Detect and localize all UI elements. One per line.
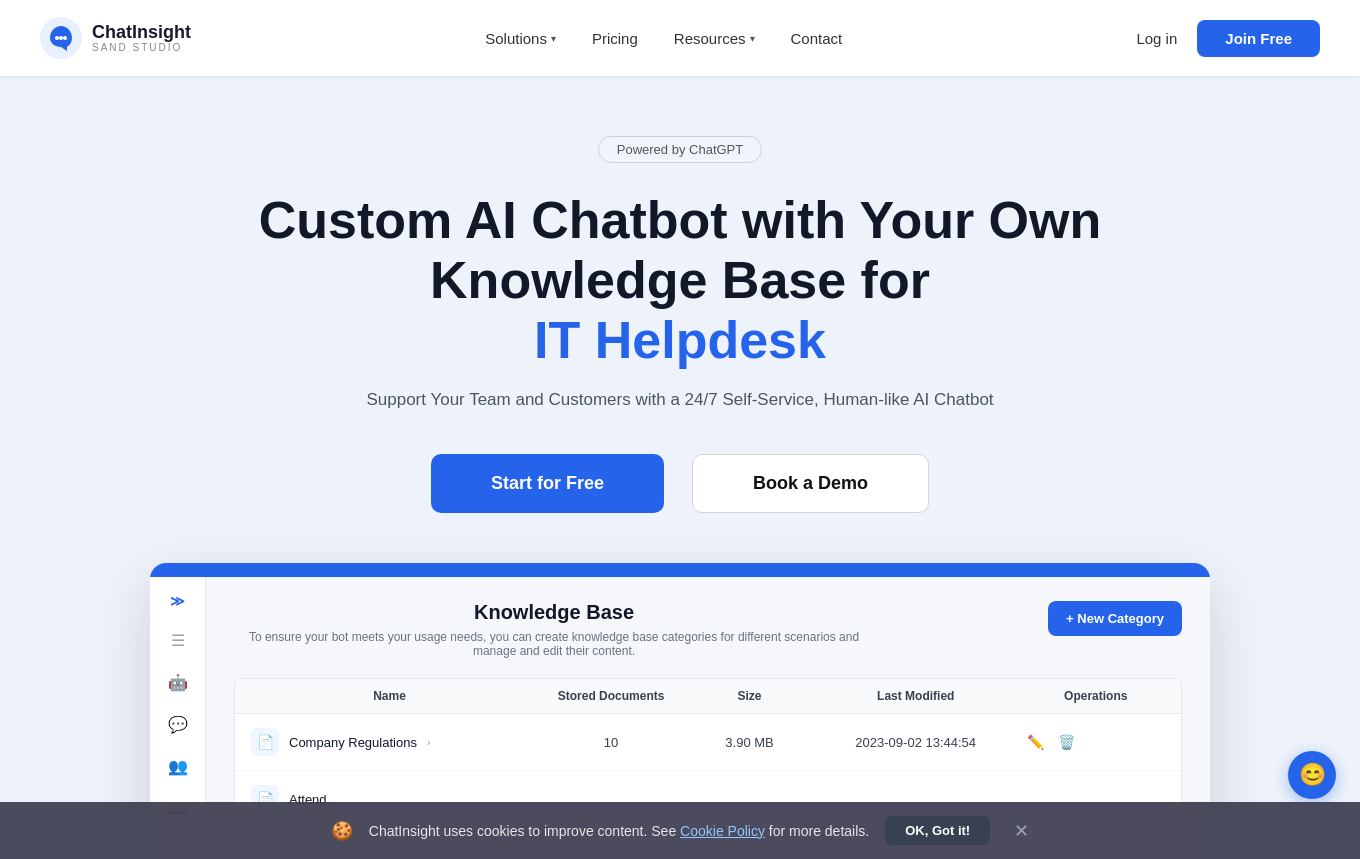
sidebar-icon-users[interactable]: 👥 [167,755,189,777]
join-free-button[interactable]: Join Free [1197,20,1320,57]
svg-point-3 [63,36,67,40]
col-name: Name [251,689,528,703]
kb-header-text: Knowledge Base To ensure your bot meets … [234,601,874,658]
nav-link-solutions[interactable]: Solutions ▾ [485,30,556,47]
chevron-down-icon: ▾ [551,33,556,44]
chevron-down-icon: ▾ [750,33,755,44]
row-modified-cell: 2023-09-02 13:44:54 [805,735,1027,750]
svg-point-2 [59,36,63,40]
logo: ChatInsight Sand Studio [40,17,191,59]
kb-header: Knowledge Base To ensure your bot meets … [234,601,1182,658]
navbar-actions: Log in Join Free [1136,20,1320,57]
chevron-right-icon: › [427,736,431,748]
nav-link-pricing[interactable]: Pricing [592,30,638,47]
sidebar-icon-bot[interactable]: 🤖 [167,671,189,693]
hero-buttons: Start for Free Book a Demo [20,454,1340,513]
chat-widget-icon: 😊 [1299,762,1326,788]
col-ops: Operations [1027,689,1166,703]
hero-subtitle: Support Your Team and Customers with a 2… [20,390,1340,410]
nav-link-contact[interactable]: Contact [791,30,843,47]
nav-item-resources[interactable]: Resources ▾ [674,30,755,47]
nav-item-solutions[interactable]: Solutions ▾ [485,30,556,47]
row-operations: ✏️ 🗑️ [1027,734,1166,750]
nav-link-resources[interactable]: Resources ▾ [674,30,755,47]
col-size: Size [694,689,805,703]
sidebar-collapse-icon[interactable]: ≫ [170,593,185,609]
edit-icon[interactable]: ✏️ [1027,734,1044,750]
sidebar-icon-docs[interactable]: ☰ [167,629,189,651]
new-category-button[interactable]: + New Category [1048,601,1182,636]
hero-title-highlight: IT Helpdesk [534,311,826,369]
delete-icon[interactable]: 🗑️ [1058,734,1075,750]
dashboard-topbar [150,563,1210,577]
start-free-button[interactable]: Start for Free [431,454,664,513]
cookie-text: ChatInsight uses cookies to improve cont… [369,823,869,839]
navbar: ChatInsight Sand Studio Solutions ▾ Pric… [0,0,1360,76]
row-name-cell: 📄 Company Regulations › [251,728,528,756]
logo-main-text: ChatInsight [92,23,191,43]
row-docs-cell: 10 [528,735,694,750]
nav-item-contact[interactable]: Contact [791,30,843,47]
ok-got-it-button[interactable]: OK, Got it! [885,816,990,845]
logo-sub-text: Sand Studio [92,42,191,53]
login-button[interactable]: Log in [1136,30,1177,47]
book-demo-button[interactable]: Book a Demo [692,454,929,513]
cookie-policy-link[interactable]: Cookie Policy [680,823,765,839]
row-size-cell: 3.90 MB [694,735,805,750]
kb-description: To ensure your bot meets your usage need… [234,630,874,658]
nav-menu: Solutions ▾ Pricing Resources ▾ Contact [485,30,842,47]
kb-title: Knowledge Base [234,601,874,624]
row-name-text: Company Regulations [289,735,417,750]
logo-icon [40,17,82,59]
col-docs: Stored Documents [528,689,694,703]
hero-title: Custom AI Chatbot with Your Own Knowledg… [250,191,1110,370]
cookie-banner: 🍪 ChatInsight uses cookies to improve co… [0,802,1360,859]
close-icon[interactable]: ✕ [1014,820,1029,842]
logo-text: ChatInsight Sand Studio [92,23,191,54]
powered-badge: Powered by ChatGPT [598,136,762,163]
col-modified: Last Modified [805,689,1027,703]
chat-widget-button[interactable]: 😊 [1288,751,1336,799]
table-header: Name Stored Documents Size Last Modified… [235,679,1181,714]
nav-item-pricing[interactable]: Pricing [592,30,638,47]
sidebar-icon-chat[interactable]: 💬 [167,713,189,735]
cookie-emoji: 🍪 [331,820,353,842]
row-doc-icon: 📄 [251,728,279,756]
hero-section: Powered by ChatGPT Custom AI Chatbot wit… [0,76,1360,859]
svg-point-1 [55,36,59,40]
table-row: 📄 Company Regulations › 10 3.90 MB 2023-… [235,714,1181,771]
